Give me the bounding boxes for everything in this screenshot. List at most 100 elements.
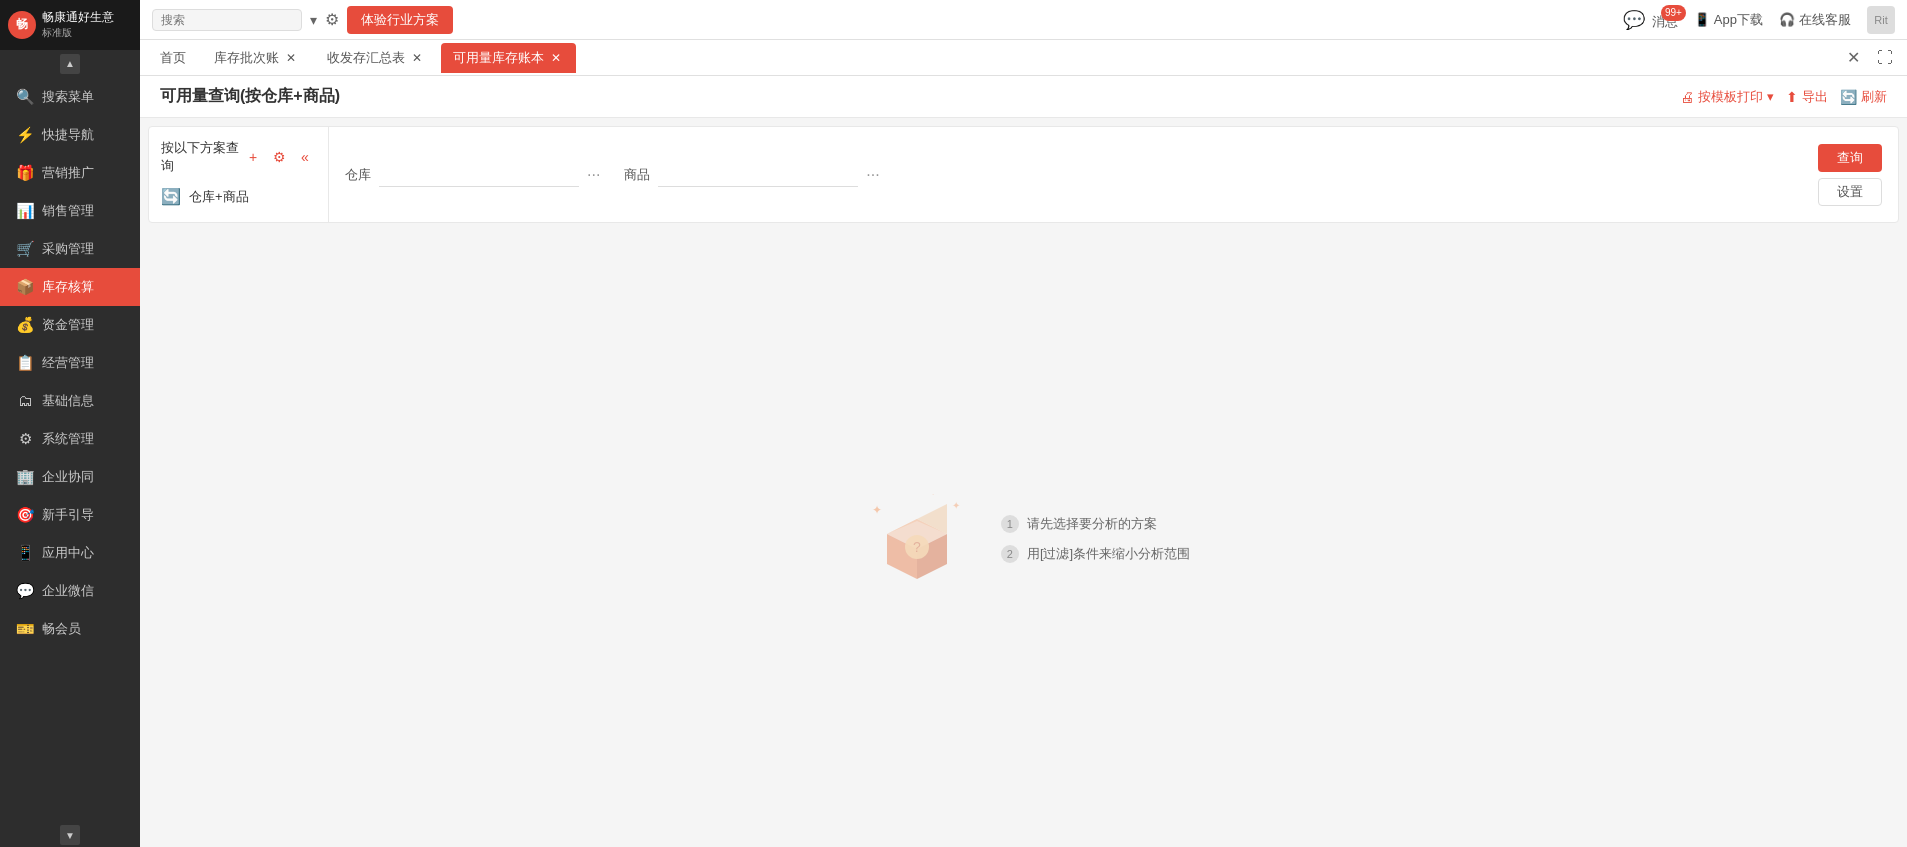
warehouse-more-btn[interactable]: ···	[587, 166, 600, 184]
svg-text:·: ·	[932, 490, 934, 499]
tip-number-1: 1	[1001, 515, 1019, 533]
app-name: 畅康通好生意	[42, 10, 114, 26]
tab-home[interactable]: 首页	[148, 43, 198, 73]
scheme-header-actions: + ⚙ «	[242, 146, 316, 168]
app-download-btn[interactable]: 📱 App下载	[1694, 11, 1763, 29]
sidebar-item-app-center[interactable]: 📱 应用中心	[0, 534, 140, 572]
vip-icon: 🎫	[16, 620, 34, 638]
goods-filter-field: 商品 ···	[624, 163, 879, 187]
warehouse-filter-field: 仓库 ···	[345, 163, 600, 187]
sidebar-item-enterprise[interactable]: 🏢 企业协同	[0, 458, 140, 496]
filter-right-panel: 仓库 ··· 商品 ··· 查询 设置	[329, 127, 1898, 222]
scheme-settings-btn[interactable]: ⚙	[268, 146, 290, 168]
svg-text:?: ?	[913, 539, 921, 555]
scheme-item-icon: 🔄	[161, 187, 181, 206]
sidebar-item-finance[interactable]: 💰 资金管理	[0, 306, 140, 344]
refresh-btn[interactable]: 🔄 刷新	[1840, 88, 1887, 106]
empty-illustration: ? ✦ ✦ ·	[857, 479, 977, 599]
filter-left-panel: 按以下方案查询 + ⚙ « 🔄 仓库+商品	[149, 127, 329, 222]
marketing-icon: 🎁	[16, 164, 34, 182]
sidebar-item-search[interactable]: 🔍 搜索菜单	[0, 78, 140, 116]
sidebar-item-guide[interactable]: 🎯 新手引导	[0, 496, 140, 534]
page-title: 可用量查询(按仓库+商品)	[160, 86, 340, 107]
print-dropdown-icon: ▾	[1767, 89, 1774, 104]
svg-text:✦: ✦	[872, 503, 882, 517]
svg-text:✦: ✦	[952, 500, 960, 511]
top-bar-right: 💬 99+ 消息 📱 App下载 🎧 在线客服 Rit	[1623, 6, 1895, 34]
guide-icon: 🎯	[16, 506, 34, 524]
warehouse-input[interactable]	[379, 163, 579, 187]
tab-inventory-summary-close[interactable]: ✕	[409, 50, 425, 66]
message-icon: 💬	[1623, 10, 1645, 30]
app-logo: 畅	[8, 11, 36, 39]
page-header: 可用量查询(按仓库+商品) 🖨 按模板打印 ▾ ⬆ 导出 🔄 刷新	[140, 76, 1907, 118]
print-icon: 🖨	[1680, 89, 1694, 105]
refresh-icon: 🔄	[1840, 89, 1857, 105]
trial-btn[interactable]: 体验行业方案	[347, 6, 453, 34]
settings-gear-btn[interactable]: ⚙	[325, 10, 339, 29]
sidebar-item-vip[interactable]: 🎫 畅会员	[0, 610, 140, 648]
tab-available-ledger[interactable]: 可用量库存账本 ✕	[441, 43, 576, 73]
sidebar-header: 畅 畅康通好生意 标准版	[0, 0, 140, 50]
sidebar: 畅 畅康通好生意 标准版 ▲ 🔍 搜索菜单 ⚡ 快捷导航 🎁 营销推广 📊 销售…	[0, 0, 140, 847]
top-search-input[interactable]	[152, 9, 302, 31]
scroll-up-btn[interactable]: ▲	[60, 54, 80, 74]
sidebar-item-wechat[interactable]: 💬 企业微信	[0, 572, 140, 610]
sidebar-item-quick-nav[interactable]: ⚡ 快捷导航	[0, 116, 140, 154]
tip-item-2: 2 用[过滤]条件来缩小分析范围	[1001, 545, 1190, 563]
goods-more-btn[interactable]: ···	[866, 166, 879, 184]
system-icon: ⚙	[16, 430, 34, 448]
sidebar-item-basic-info[interactable]: 🗂 基础信息	[0, 382, 140, 420]
finance-icon: 💰	[16, 316, 34, 334]
sidebar-item-operations[interactable]: 📋 经营管理	[0, 344, 140, 382]
goods-input[interactable]	[658, 163, 858, 187]
search-dropdown-btn[interactable]: ▾	[310, 12, 317, 28]
user-avatar[interactable]: Rit	[1867, 6, 1895, 34]
sidebar-scroll: 🔍 搜索菜单 ⚡ 快捷导航 🎁 营销推广 📊 销售管理 🛒 采购管理 📦 库存核…	[0, 78, 140, 821]
tab-inventory-summary[interactable]: 收发存汇总表 ✕	[315, 43, 437, 73]
tab-batch-account-close[interactable]: ✕	[283, 50, 299, 66]
sidebar-item-inventory[interactable]: 📦 库存核算	[0, 268, 140, 306]
notification-btn[interactable]: 💬 99+ 消息	[1623, 9, 1678, 31]
filter-scheme-header: 按以下方案查询 + ⚙ «	[149, 135, 328, 179]
quick-nav-icon: ⚡	[16, 126, 34, 144]
notification-badge: 99+	[1661, 5, 1686, 21]
tab-maximize-btn[interactable]: ⛶	[1871, 44, 1899, 72]
print-btn[interactable]: 🖨 按模板打印 ▾	[1680, 88, 1774, 106]
tip-number-2: 2	[1001, 545, 1019, 563]
empty-state: ? ✦ ✦ · 1 请先选择要分析的方案 2 用[过滤]条件来缩小分析范围	[140, 231, 1907, 847]
sidebar-item-purchase[interactable]: 🛒 采购管理	[0, 230, 140, 268]
app-center-icon: 📱	[16, 544, 34, 562]
export-icon: ⬆	[1786, 89, 1798, 105]
purchase-icon: 🛒	[16, 240, 34, 258]
top-bar: ▾ ⚙ 体验行业方案 💬 99+ 消息 📱 App下载 🎧 在线客服 Rit	[140, 0, 1907, 40]
filter-section: 按以下方案查询 + ⚙ « 🔄 仓库+商品 仓库 ···	[148, 126, 1899, 223]
scheme-collapse-btn[interactable]: «	[294, 146, 316, 168]
online-service-btn[interactable]: 🎧 在线客服	[1779, 11, 1851, 29]
scheme-add-btn[interactable]: +	[242, 146, 264, 168]
inventory-icon: 📦	[16, 278, 34, 296]
wechat-icon: 💬	[16, 582, 34, 600]
app-version: 标准版	[42, 26, 114, 40]
page-actions: 🖨 按模板打印 ▾ ⬆ 导出 🔄 刷新	[1680, 88, 1887, 106]
filter-settings-btn[interactable]: 设置	[1818, 178, 1882, 206]
sidebar-item-marketing[interactable]: 🎁 营销推广	[0, 154, 140, 192]
sidebar-item-system[interactable]: ⚙ 系统管理	[0, 420, 140, 458]
tab-close-window-btn[interactable]: ✕	[1839, 44, 1867, 72]
scheme-item-warehouse-goods[interactable]: 🔄 仓库+商品	[149, 179, 328, 214]
tab-available-ledger-close[interactable]: ✕	[548, 50, 564, 66]
tab-batch-account[interactable]: 库存批次账 ✕	[202, 43, 311, 73]
goods-label: 商品	[624, 166, 650, 184]
query-btn[interactable]: 查询	[1818, 144, 1882, 172]
sidebar-item-sales[interactable]: 📊 销售管理	[0, 192, 140, 230]
scroll-down-btn[interactable]: ▼	[60, 825, 80, 845]
main-area: ▾ ⚙ 体验行业方案 💬 99+ 消息 📱 App下载 🎧 在线客服 Rit	[140, 0, 1907, 847]
content-area: 可用量查询(按仓库+商品) 🖨 按模板打印 ▾ ⬆ 导出 🔄 刷新	[140, 76, 1907, 847]
phone-icon: 📱	[1694, 12, 1710, 27]
operations-icon: 📋	[16, 354, 34, 372]
enterprise-icon: 🏢	[16, 468, 34, 486]
export-btn[interactable]: ⬆ 导出	[1786, 88, 1828, 106]
tip-item-1: 1 请先选择要分析的方案	[1001, 515, 1190, 533]
search-icon: 🔍	[16, 88, 34, 106]
tabs-bar: 首页 库存批次账 ✕ 收发存汇总表 ✕ 可用量库存账本 ✕ ✕ ⛶	[140, 40, 1907, 76]
